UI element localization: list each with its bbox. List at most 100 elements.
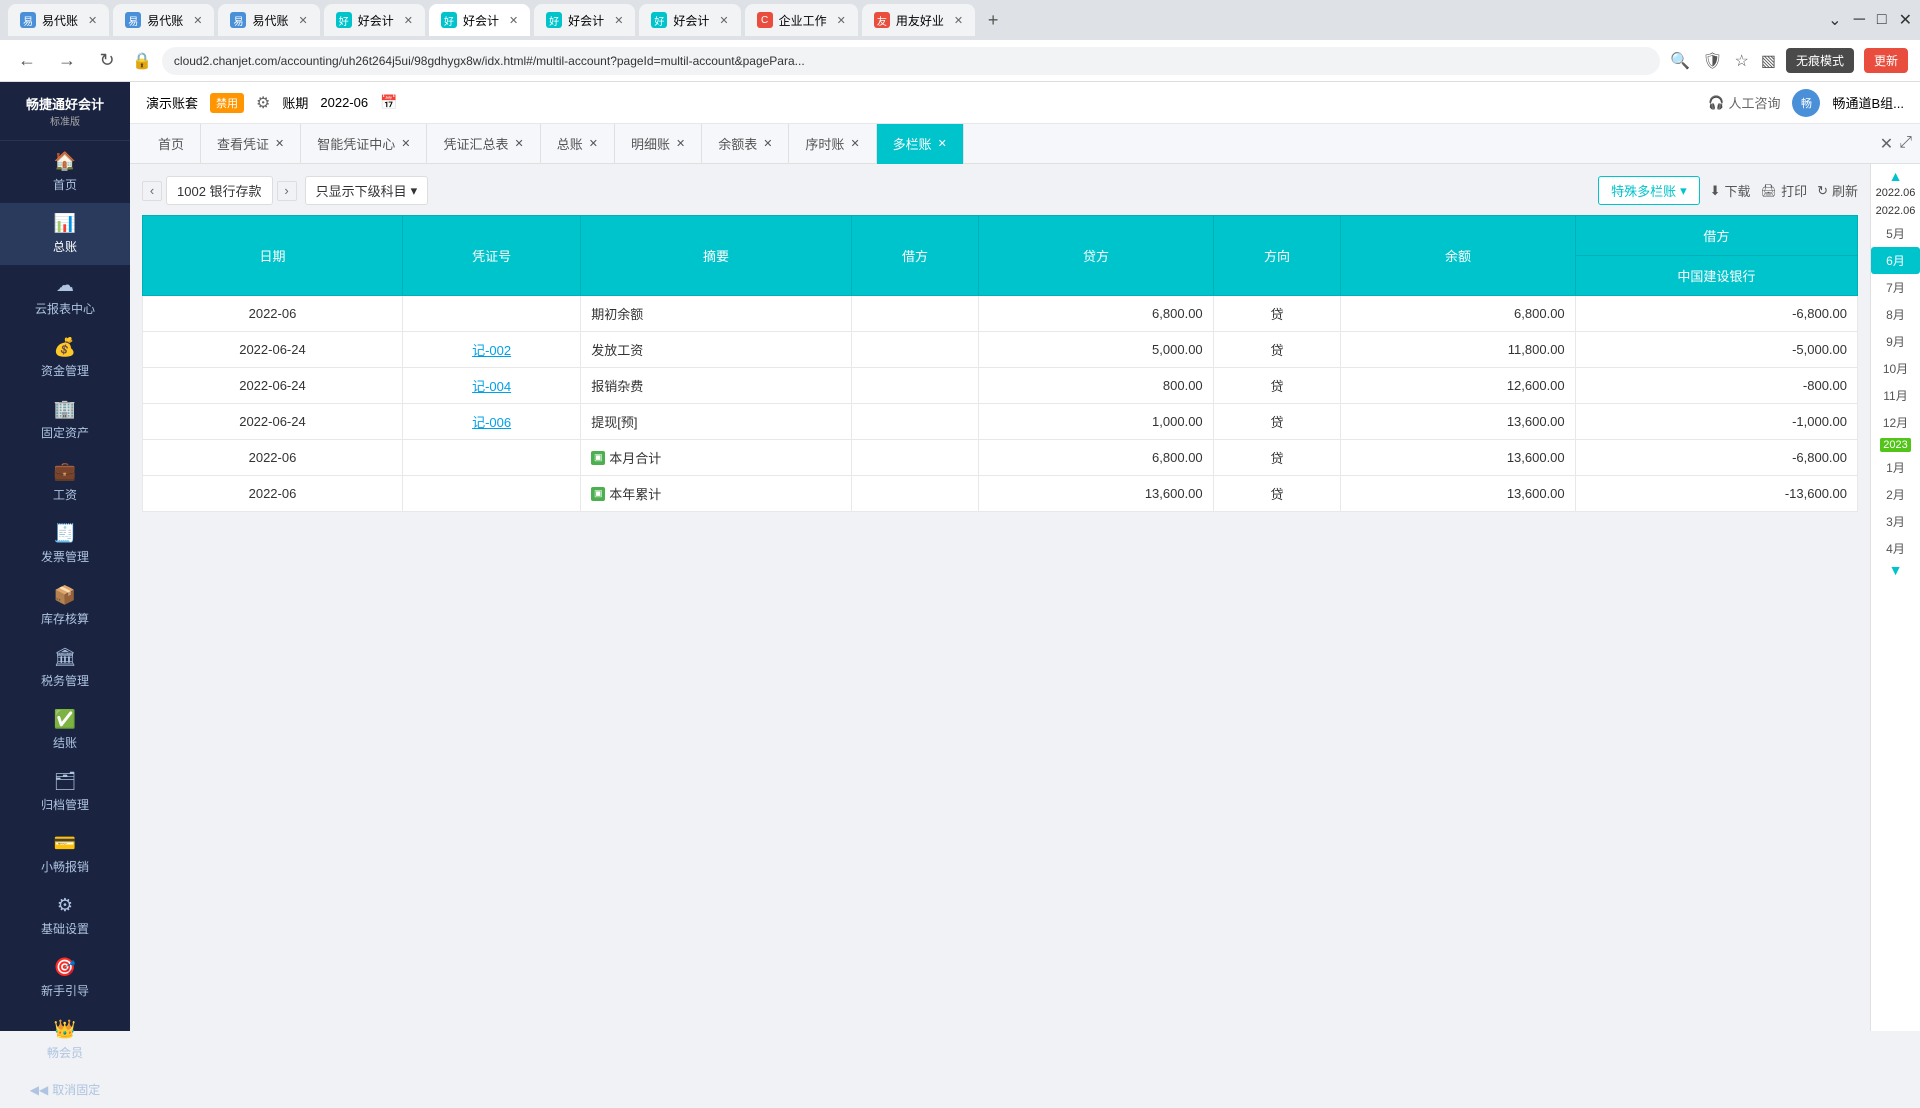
sidebar-item-expense[interactable]: 💳 小畅报销: [0, 823, 130, 885]
calendar-icon[interactable]: 📅: [380, 94, 397, 111]
sidebar-item-guide[interactable]: 🎯 新手引导: [0, 947, 130, 1009]
tab-home[interactable]: 首页: [142, 124, 201, 164]
print-button[interactable]: 🖨 打印: [1761, 181, 1808, 200]
cal-month-jul[interactable]: 7月: [1871, 274, 1920, 301]
expand-icon[interactable]: ⤢: [1899, 134, 1912, 154]
tab-close-4[interactable]: ✕: [404, 14, 413, 27]
tab-detail-ledger[interactable]: 明细账 ✕: [615, 124, 702, 164]
tab-balance-close[interactable]: ✕: [763, 137, 772, 150]
cell-voucher[interactable]: 记-004: [402, 368, 580, 404]
new-tab-button[interactable]: +: [979, 6, 1007, 34]
sidebar-item-ledger[interactable]: 📊 总账: [0, 203, 130, 265]
sidebar-item-member[interactable]: 👑 畅会员: [0, 1009, 130, 1071]
table-row: 2022-06期初余额6,800.00贷6,800.00-6,800.00: [143, 296, 1858, 332]
browser-tab-2[interactable]: 易 易代账 ✕: [113, 4, 214, 36]
browser-tab-1[interactable]: 易 易代账 ✕: [8, 4, 109, 36]
back-button[interactable]: ←: [12, 50, 42, 71]
sidebar-item-settings[interactable]: ⚙ 基础设置: [0, 885, 130, 947]
browser-tab-5[interactable]: 好 好会计 ✕: [429, 4, 530, 36]
tab-label-3: 易代账: [252, 12, 288, 29]
sidebar-item-reports[interactable]: ☁ 云报表中心: [0, 265, 130, 327]
close-window-button[interactable]: ✕: [1899, 10, 1912, 30]
cal-month-oct[interactable]: 10月: [1871, 355, 1920, 382]
update-button[interactable]: 更新: [1864, 48, 1908, 73]
tab-smart-voucher[interactable]: 智能凭证中心 ✕: [301, 124, 427, 164]
browser-tab-7[interactable]: 好 好会计 ✕: [639, 4, 740, 36]
tab-sequence[interactable]: 序时账 ✕: [789, 124, 876, 164]
tab-multicolumn[interactable]: 多栏账 ✕: [877, 124, 964, 164]
privacy-icon[interactable]: 🛡: [1702, 51, 1722, 71]
filter-dropdown[interactable]: 只显示下级科目 ▾: [305, 176, 429, 205]
consult-button[interactable]: 🎧 人工咨询: [1708, 93, 1780, 112]
collapse-left-icon[interactable]: ✕: [1880, 134, 1893, 154]
tab-balance[interactable]: 余额表 ✕: [702, 124, 789, 164]
reload-button[interactable]: ↻: [92, 50, 122, 71]
forward-button[interactable]: →: [52, 50, 82, 71]
sidebar-item-invoice[interactable]: 🧾 发票管理: [0, 513, 130, 575]
cal-month-jun[interactable]: 6月: [1871, 247, 1920, 274]
cal-month-apr[interactable]: 4月: [1871, 535, 1920, 562]
cell-voucher[interactable]: 记-006: [402, 404, 580, 440]
calendar-scroll-up[interactable]: ▲: [1889, 168, 1903, 184]
cal-month-jan[interactable]: 1月: [1871, 454, 1920, 481]
sidebar-icon[interactable]: ▧: [1761, 51, 1776, 71]
special-multicolumn-button[interactable]: 特殊多栏账 ▾: [1598, 176, 1700, 205]
restore-button[interactable]: □: [1877, 11, 1887, 29]
home-icon: 🏠: [54, 151, 76, 172]
nav-prev-button[interactable]: ‹: [142, 181, 162, 201]
tab-close-7[interactable]: ✕: [719, 14, 728, 27]
pin-button[interactable]: ◀◀ 取消固定: [0, 1071, 130, 1108]
tab-view-voucher-close[interactable]: ✕: [275, 137, 284, 150]
tab-close-5[interactable]: ✕: [509, 14, 518, 27]
sidebar-item-archive[interactable]: 🗂 归档管理: [0, 761, 130, 823]
settings-gear-icon[interactable]: ⚙: [256, 93, 270, 113]
wuhen-button[interactable]: 无痕模式: [1786, 48, 1854, 73]
refresh-button[interactable]: ↻ 刷新: [1817, 181, 1858, 200]
download-button[interactable]: ⬇ 下载: [1710, 181, 1751, 200]
tab-general-ledger-close[interactable]: ✕: [589, 137, 598, 150]
sidebar-item-tax[interactable]: 🏛 税务管理: [0, 637, 130, 699]
sidebar-item-inventory[interactable]: 📦 库存核算: [0, 575, 130, 637]
tab-close-1[interactable]: ✕: [88, 14, 97, 27]
tab-close-9[interactable]: ✕: [954, 14, 963, 27]
browser-tab-8[interactable]: C 企业工作 ✕: [745, 4, 858, 36]
cal-month-nov[interactable]: 11月: [1871, 382, 1920, 409]
tab-close-8[interactable]: ✕: [837, 14, 846, 27]
cal-month-dec[interactable]: 12月: [1871, 409, 1920, 436]
browser-tab-4[interactable]: 好 好会计 ✕: [324, 4, 425, 36]
browser-tab-3[interactable]: 易 易代账 ✕: [218, 4, 319, 36]
tab-voucher-summary-close[interactable]: ✕: [515, 137, 524, 150]
cal-month-mar[interactable]: 3月: [1871, 508, 1920, 535]
calendar-scroll-down[interactable]: ▼: [1889, 562, 1903, 578]
cell-voucher[interactable]: 记-002: [402, 332, 580, 368]
cal-month-may[interactable]: 5月: [1871, 220, 1920, 247]
sidebar-item-close[interactable]: ✅ 结账: [0, 699, 130, 761]
tab-multicolumn-close[interactable]: ✕: [938, 137, 947, 150]
tab-close-2[interactable]: ✕: [193, 14, 202, 27]
sidebar-item-home[interactable]: 🏠 首页: [0, 141, 130, 203]
minimize-button[interactable]: ─: [1854, 11, 1865, 29]
cal-month-feb[interactable]: 2月: [1871, 481, 1920, 508]
tab-list-button[interactable]: ⌄: [1828, 10, 1841, 30]
tab-close-6[interactable]: ✕: [614, 14, 623, 27]
sidebar-item-funds[interactable]: 💰 资金管理: [0, 327, 130, 389]
tab-sequence-close[interactable]: ✕: [850, 137, 859, 150]
star-icon[interactable]: ☆: [1735, 51, 1749, 71]
tab-close-3[interactable]: ✕: [298, 14, 307, 27]
cal-month-aug[interactable]: 8月: [1871, 301, 1920, 328]
tab-detail-ledger-close[interactable]: ✕: [676, 137, 685, 150]
nav-next-button[interactable]: ›: [277, 181, 297, 201]
tab-voucher-summary[interactable]: 凭证汇总表 ✕: [427, 124, 540, 164]
cal-month-sep[interactable]: 9月: [1871, 328, 1920, 355]
tab-smart-voucher-close[interactable]: ✕: [401, 137, 410, 150]
tab-general-ledger[interactable]: 总账 ✕: [541, 124, 615, 164]
sidebar-label-guide: 新手引导: [41, 982, 89, 999]
sidebar-item-assets[interactable]: 🏢 固定资产: [0, 389, 130, 451]
assets-icon: 🏢: [54, 399, 76, 420]
url-bar[interactable]: cloud2.chanjet.com/accounting/uh26t264j5…: [162, 47, 1660, 75]
tab-view-voucher[interactable]: 查看凭证 ✕: [201, 124, 301, 164]
sidebar-item-salary[interactable]: 💼 工资: [0, 451, 130, 513]
browser-tab-6[interactable]: 好 好会计 ✕: [534, 4, 635, 36]
search-icon[interactable]: 🔍: [1670, 51, 1690, 71]
browser-tab-9[interactable]: 友 用友好业 ✕: [862, 4, 975, 36]
